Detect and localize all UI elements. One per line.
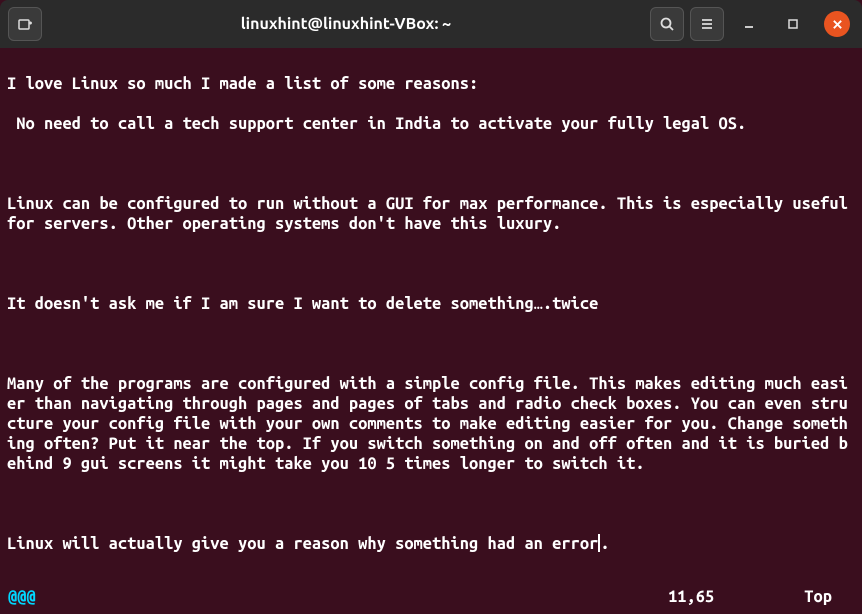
titlebar: linuxhint@linuxhint-VBox: ~ [0, 0, 862, 48]
hamburger-icon [699, 16, 715, 32]
maximize-button[interactable] [780, 11, 806, 37]
close-icon [832, 19, 843, 30]
text-line: No need to call a tech support center in… [7, 114, 855, 134]
text-line: I love Linux so much I made a list of so… [7, 74, 855, 94]
new-tab-icon [17, 16, 33, 32]
minimize-icon [743, 18, 755, 30]
text-line: Linux can be configured to run without a… [7, 194, 855, 234]
text-line [7, 494, 855, 514]
maximize-icon [787, 18, 799, 30]
terminal-content[interactable]: I love Linux so much I made a list of so… [0, 48, 862, 588]
minimize-button[interactable] [736, 11, 762, 37]
close-button[interactable] [824, 11, 850, 37]
text-line [7, 254, 855, 274]
text-line: Linux will actually give you a reason wh… [7, 534, 855, 554]
text-line: Many of the programs are configured with… [7, 374, 855, 474]
menu-button[interactable] [690, 7, 724, 41]
status-indicator: @@@ [8, 588, 36, 610]
scroll-position: Top [804, 588, 832, 610]
cursor-position: 11,65 [668, 588, 714, 610]
window-title: linuxhint@linuxhint-VBox: ~ [48, 15, 644, 33]
search-button[interactable] [650, 7, 684, 41]
text-line [7, 154, 855, 174]
text-segment: . [600, 535, 609, 553]
status-bar: @@@ 11,65 Top [0, 588, 862, 610]
text-line [7, 574, 855, 588]
text-line: It doesn't ask me if I am sure I want to… [7, 294, 855, 314]
new-tab-button[interactable] [8, 7, 42, 41]
text-line [7, 334, 855, 354]
text-segment: Linux will actually give you a reason wh… [7, 535, 598, 553]
search-icon [659, 16, 675, 32]
